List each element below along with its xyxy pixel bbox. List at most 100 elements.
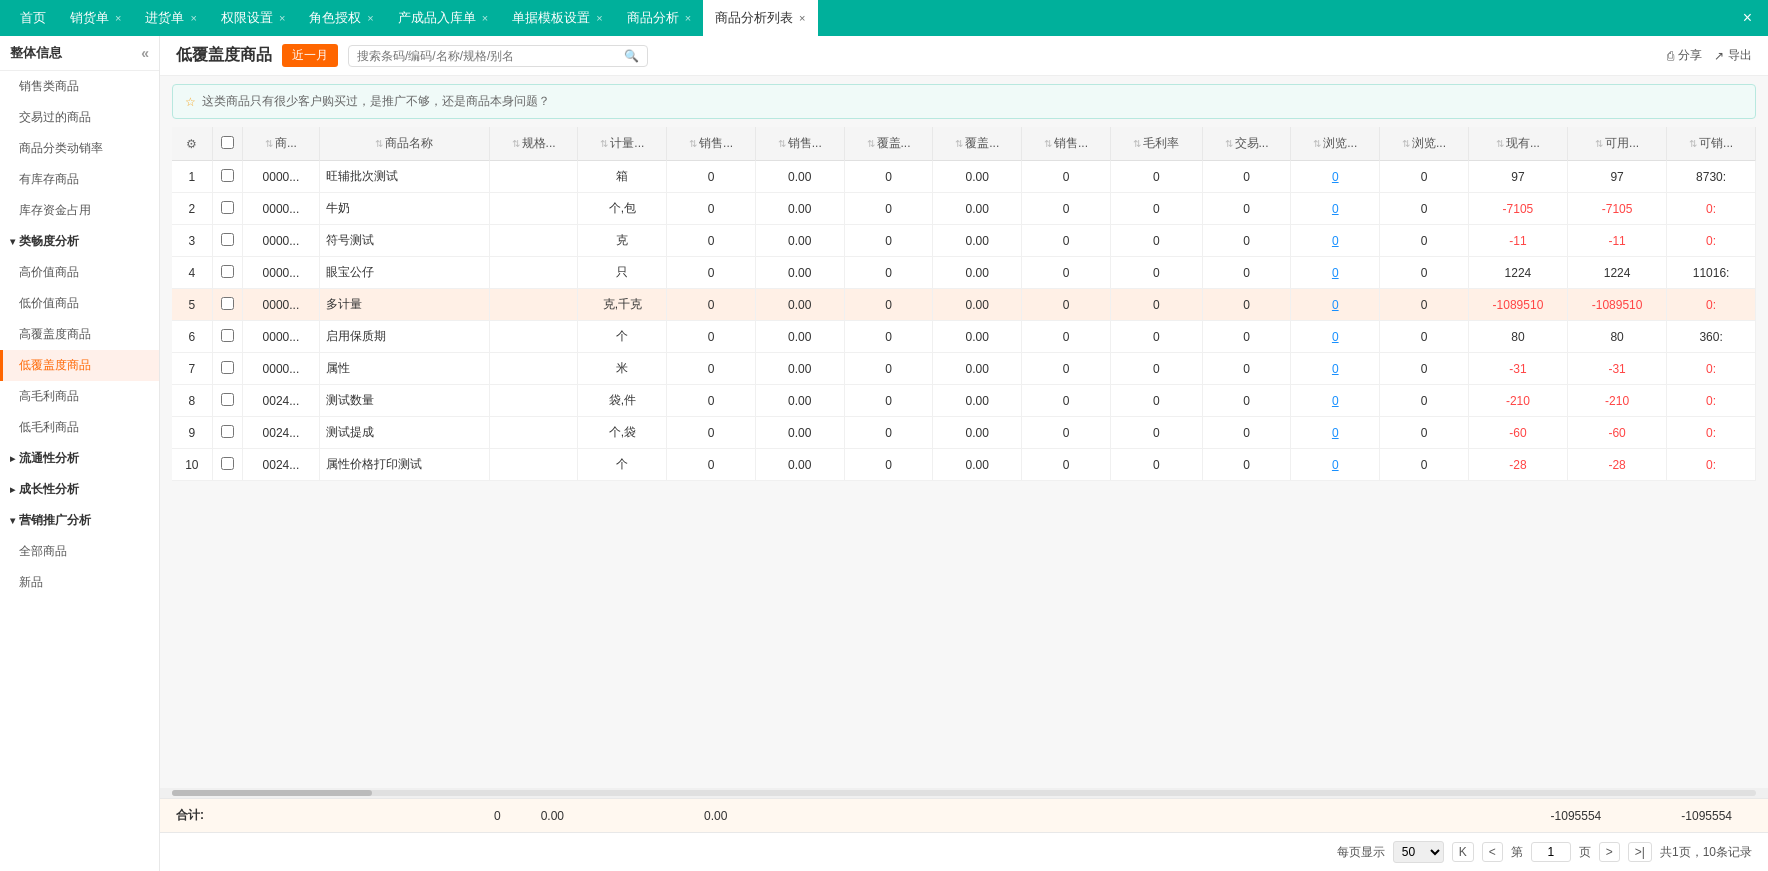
col-unit[interactable]: ⇅计量...: [578, 127, 667, 161]
row-browse1[interactable]: 0: [1291, 225, 1380, 257]
nav-tab-home[interactable]: 首页: [8, 0, 58, 36]
nav-tab-sales[interactable]: 销货单 ×: [58, 0, 133, 36]
close-icon[interactable]: ×: [367, 12, 373, 24]
share-button[interactable]: ⎙ 分享: [1667, 47, 1702, 64]
close-icon[interactable]: ×: [799, 12, 805, 24]
close-icon[interactable]: ×: [596, 12, 602, 24]
col-coverage1[interactable]: ⇅覆盖...: [844, 127, 933, 161]
row-browse1[interactable]: 0: [1291, 193, 1380, 225]
col-browse2[interactable]: ⇅浏览...: [1380, 127, 1469, 161]
row-checkbox[interactable]: [221, 329, 234, 342]
col-code[interactable]: ⇅商...: [242, 127, 319, 161]
nav-tab-finished-goods[interactable]: 产成品入库单 ×: [386, 0, 500, 36]
export-button[interactable]: ↗ 导出: [1714, 47, 1752, 64]
sidebar-collapse-button[interactable]: «: [141, 45, 149, 61]
search-box[interactable]: 🔍: [348, 45, 648, 67]
close-icon[interactable]: ×: [482, 12, 488, 24]
row-checkbox[interactable]: [221, 233, 234, 246]
col-sales3[interactable]: ⇅销售...: [1022, 127, 1111, 161]
sidebar-item-high-coverage[interactable]: 高覆盖度商品: [0, 319, 159, 350]
sidebar-item-category-rate[interactable]: 商品分类动销率: [0, 133, 159, 164]
sidebar-item-new-goods[interactable]: 新品: [0, 567, 159, 598]
row-browse1[interactable]: 0: [1291, 449, 1380, 481]
row-browse1[interactable]: 0: [1291, 289, 1380, 321]
row-checkbox[interactable]: [221, 265, 234, 278]
scrollbar-thumb[interactable]: [172, 790, 372, 796]
close-icon[interactable]: ×: [279, 12, 285, 24]
row-checkbox-cell[interactable]: [212, 449, 242, 481]
row-browse1[interactable]: 0: [1291, 161, 1380, 193]
row-browse1[interactable]: 0: [1291, 417, 1380, 449]
time-filter-button[interactable]: 近一月: [282, 44, 338, 67]
search-input[interactable]: [357, 49, 624, 63]
col-saleable[interactable]: ⇅可销...: [1667, 127, 1756, 161]
prev-page-button[interactable]: <: [1482, 842, 1503, 862]
row-checkbox[interactable]: [221, 169, 234, 182]
checkbox-column-header[interactable]: [212, 127, 242, 161]
sidebar-item-low-coverage[interactable]: 低覆盖度商品: [0, 350, 159, 381]
per-page-select[interactable]: 50 20 100: [1393, 841, 1444, 863]
sidebar-item-low-value[interactable]: 低价值商品: [0, 288, 159, 319]
col-margin-rate[interactable]: ⇅毛利率: [1110, 127, 1202, 161]
row-browse1[interactable]: 0: [1291, 321, 1380, 353]
col-current-stock[interactable]: ⇅现有...: [1468, 127, 1567, 161]
row-checkbox[interactable]: [221, 201, 234, 214]
sidebar-section-liquidity[interactable]: ▸ 流通性分析: [0, 443, 159, 474]
row-checkbox[interactable]: [221, 425, 234, 438]
search-icon[interactable]: 🔍: [624, 49, 639, 63]
row-checkbox-cell[interactable]: [212, 385, 242, 417]
nav-tab-goods-analysis[interactable]: 商品分析 ×: [615, 0, 703, 36]
nav-tab-permission[interactable]: 权限设置 ×: [209, 0, 297, 36]
first-page-button[interactable]: K: [1452, 842, 1474, 862]
row-browse1[interactable]: 0: [1291, 385, 1380, 417]
sidebar-item-traded-goods[interactable]: 交易过的商品: [0, 102, 159, 133]
col-name[interactable]: ⇅商品名称: [320, 127, 490, 161]
last-page-button[interactable]: >|: [1628, 842, 1652, 862]
sidebar-section-growth[interactable]: ▸ 成长性分析: [0, 474, 159, 505]
col-coverage2[interactable]: ⇅覆盖...: [933, 127, 1022, 161]
row-checkbox-cell[interactable]: [212, 417, 242, 449]
sidebar-item-inventory-capital[interactable]: 库存资金占用: [0, 195, 159, 226]
col-browse1[interactable]: ⇅浏览...: [1291, 127, 1380, 161]
sidebar-section-marketing[interactable]: ▾ 营销推广分析: [0, 505, 159, 536]
nav-tab-template[interactable]: 单据模板设置 ×: [500, 0, 614, 36]
sidebar-item-all-goods[interactable]: 全部商品: [0, 536, 159, 567]
select-all-checkbox[interactable]: [221, 136, 234, 149]
sidebar-item-high-margin[interactable]: 高毛利商品: [0, 381, 159, 412]
row-checkbox-cell[interactable]: [212, 161, 242, 193]
row-checkbox-cell[interactable]: [212, 225, 242, 257]
next-page-button[interactable]: >: [1599, 842, 1620, 862]
row-checkbox[interactable]: [221, 393, 234, 406]
close-icon[interactable]: ×: [115, 12, 121, 24]
row-checkbox[interactable]: [221, 297, 234, 310]
col-transaction[interactable]: ⇅交易...: [1202, 127, 1291, 161]
settings-icon[interactable]: ⚙: [186, 137, 197, 151]
horizontal-scrollbar[interactable]: [160, 788, 1768, 798]
col-sales-amount[interactable]: ⇅销售...: [755, 127, 844, 161]
close-all-tabs-button[interactable]: ×: [1735, 9, 1760, 27]
row-checkbox[interactable]: [221, 457, 234, 470]
table-container[interactable]: ⚙ ⇅商... ⇅商品名称 ⇅规格... ⇅计量... ⇅销售... ⇅销售..…: [160, 127, 1768, 788]
col-available-stock[interactable]: ⇅可用...: [1568, 127, 1667, 161]
col-sales-qty[interactable]: ⇅销售...: [667, 127, 756, 161]
row-checkbox-cell[interactable]: [212, 257, 242, 289]
col-spec[interactable]: ⇅规格...: [489, 127, 578, 161]
row-checkbox-cell[interactable]: [212, 193, 242, 225]
page-number-input[interactable]: [1531, 842, 1571, 862]
row-checkbox[interactable]: [221, 361, 234, 374]
nav-tab-purchase[interactable]: 进货单 ×: [133, 0, 208, 36]
row-browse1[interactable]: 0: [1291, 257, 1380, 289]
settings-column-header[interactable]: ⚙: [172, 127, 212, 161]
sidebar-item-high-value[interactable]: 高价值商品: [0, 257, 159, 288]
close-icon[interactable]: ×: [190, 12, 196, 24]
close-icon[interactable]: ×: [685, 12, 691, 24]
sidebar-item-sale-goods[interactable]: 销售类商品: [0, 71, 159, 102]
nav-tab-role[interactable]: 角色授权 ×: [297, 0, 385, 36]
row-checkbox-cell[interactable]: [212, 321, 242, 353]
row-browse1[interactable]: 0: [1291, 353, 1380, 385]
sidebar-item-inventory-goods[interactable]: 有库存商品: [0, 164, 159, 195]
sidebar-section-category-analysis[interactable]: ▾ 类畅度分析: [0, 226, 159, 257]
row-checkbox-cell[interactable]: [212, 353, 242, 385]
sidebar-item-low-margin[interactable]: 低毛利商品: [0, 412, 159, 443]
nav-tab-goods-analysis-list[interactable]: 商品分析列表 ×: [703, 0, 817, 36]
